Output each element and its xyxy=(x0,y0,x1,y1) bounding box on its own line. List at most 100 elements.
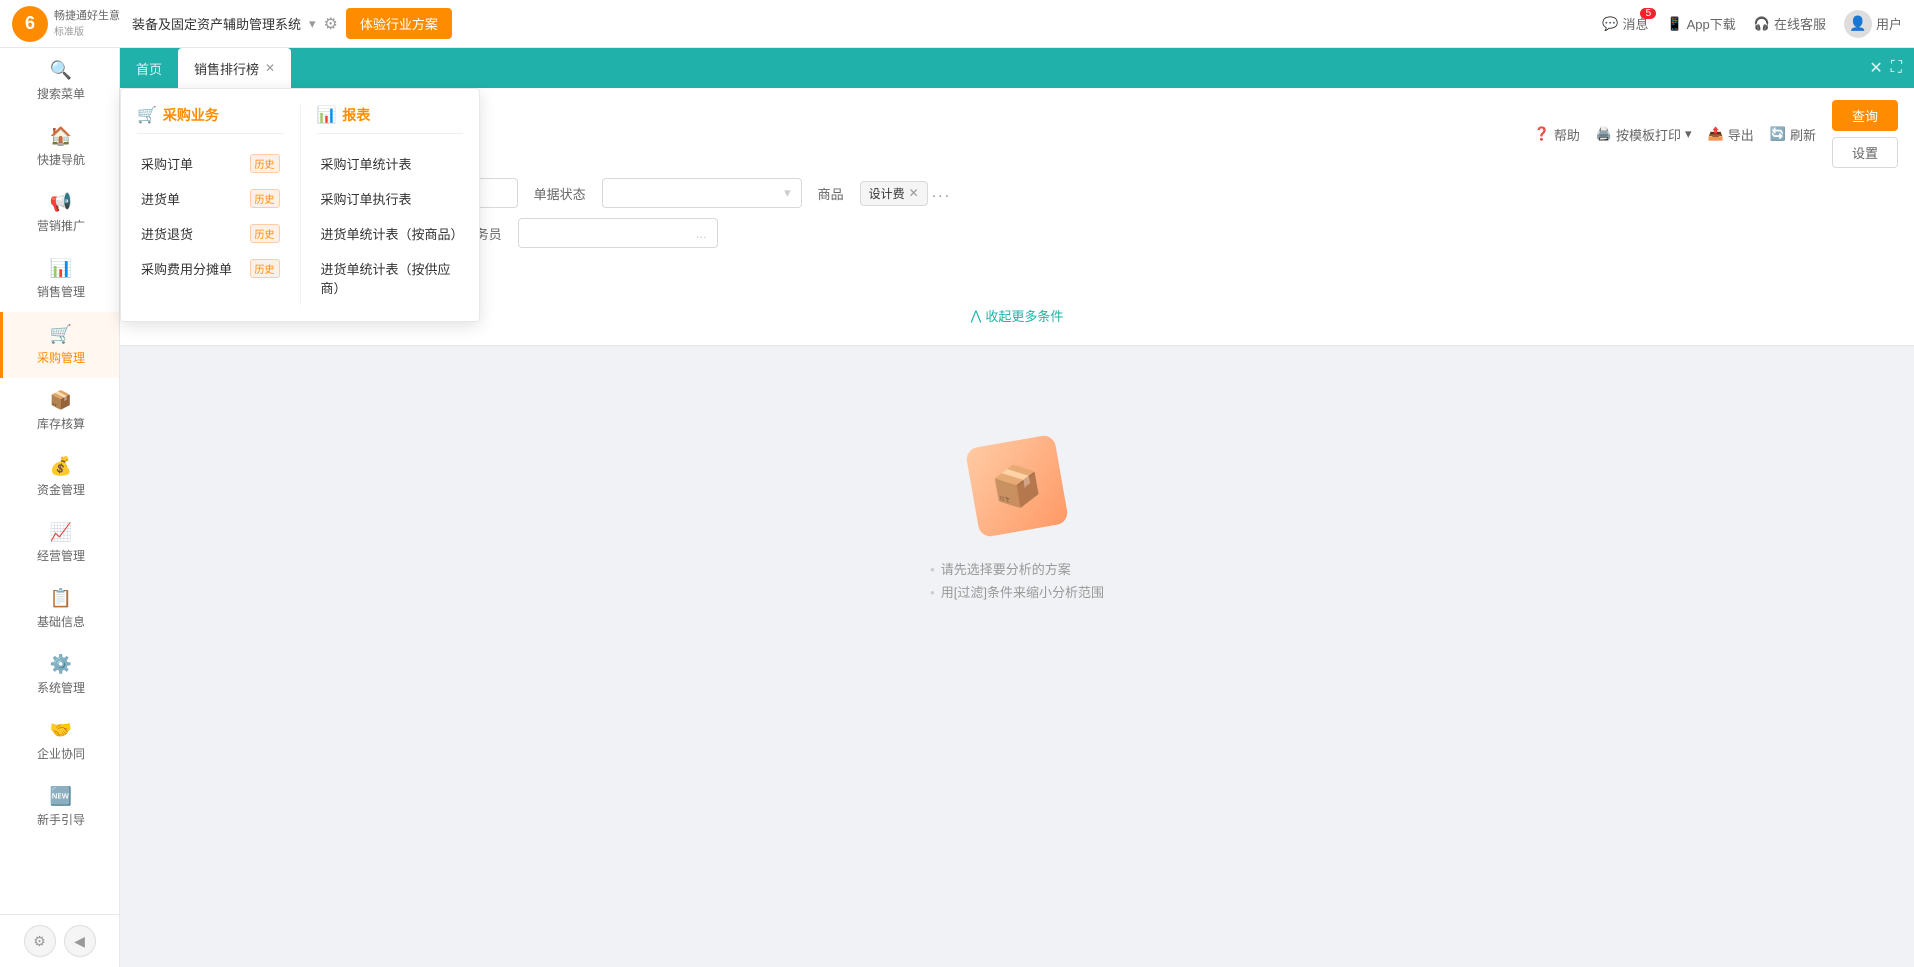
purchase-col-icon: 🛒 xyxy=(137,105,157,125)
search-icon: 🔍 xyxy=(50,60,72,81)
header-right: 💬 消息 5 📱 App下载 🎧 在线客服 👤 用户 xyxy=(1602,10,1902,38)
print-button[interactable]: 🖨️ 按模板打印 ▾ xyxy=(1596,125,1692,144)
trial-button[interactable]: 体验行业方案 xyxy=(346,8,452,39)
user-area[interactable]: 👤 用户 xyxy=(1844,10,1902,38)
sidebar-item-purchase[interactable]: 🛒 采购管理 xyxy=(0,312,119,378)
avatar: 👤 xyxy=(1844,10,1872,38)
dropdown-item-stock-return[interactable]: 进货退货 历史 xyxy=(137,216,284,251)
sidebar-item-finance[interactable]: 💰 资金管理 xyxy=(0,444,119,510)
top-header: 6 畅捷通好生意 标准版 装备及固定资产辅助管理系统 ▾ ⚙ 体验行业方案 💬 … xyxy=(0,0,1914,48)
stock-in-label: 进货单 xyxy=(141,189,180,208)
history-badge-0: 历史 xyxy=(250,154,280,173)
empty-hint-2: 用[过滤]条件来缩小分析范围 xyxy=(930,581,1104,604)
sidebar-item-label: 销售管理 xyxy=(37,283,85,300)
logo-badge: 标准版 xyxy=(54,23,120,38)
po-stat-label: 采购订单统计表 xyxy=(321,154,412,173)
query-button[interactable]: 查询 xyxy=(1832,100,1898,131)
goods-tag-close[interactable]: ✕ xyxy=(909,186,919,200)
sidebar-item-label: 基础信息 xyxy=(37,613,85,630)
online-service-button[interactable]: 🎧 在线客服 xyxy=(1754,14,1826,33)
app-download-button[interactable]: 📱 App下载 xyxy=(1666,14,1735,33)
refresh-button[interactable]: 🔄 刷新 xyxy=(1770,125,1816,144)
message-button[interactable]: 💬 消息 5 xyxy=(1602,14,1648,33)
purchase-dropdown-menu: 🛒 采购业务 采购订单 历史 进货单 历史 进货退货 历史 采购费用分摊单 历史 xyxy=(120,88,480,322)
system-dropdown-icon[interactable]: ▾ xyxy=(309,16,316,32)
doc-status-dropdown-icon[interactable]: ▾ xyxy=(784,185,791,201)
dropdown-item-goods-stat[interactable]: 进货单统计表（按商品） xyxy=(317,216,464,251)
salesperson-dots[interactable]: ... xyxy=(696,226,707,241)
inventory-icon: 📦 xyxy=(50,390,72,411)
export-button[interactable]: 📤 导出 xyxy=(1708,125,1754,144)
sidebar-bottom: ⚙ ◀ xyxy=(0,914,119,967)
doc-status-input[interactable]: ▾ xyxy=(602,178,802,208)
sidebar-item-marketing[interactable]: 📢 营销推广 xyxy=(0,180,119,246)
home-icon: 🏠 xyxy=(50,126,72,147)
sidebar-item-search[interactable]: 🔍 搜索菜单 xyxy=(0,48,119,114)
settings-button[interactable]: 设置 xyxy=(1832,137,1898,168)
sidebar-item-system[interactable]: ⚙️ 系统管理 xyxy=(0,642,119,708)
system-icon: ⚙️ xyxy=(50,654,72,675)
dropdown-col2-title: 📊 报表 xyxy=(317,105,464,134)
help-button[interactable]: ❓ 帮助 xyxy=(1534,125,1580,144)
tab-close-icon[interactable]: ✕ xyxy=(265,61,275,75)
dropdown-columns: 🛒 采购业务 采购订单 历史 进货单 历史 进货退货 历史 采购费用分摊单 历史 xyxy=(121,105,479,305)
dropdown-item-supplier-stat[interactable]: 进货单统计表（按供应商） xyxy=(317,251,464,305)
sidebar-item-operations[interactable]: 📈 经营管理 xyxy=(0,510,119,576)
print-dropdown-icon[interactable]: ▾ xyxy=(1685,126,1692,142)
tab-sales-rank-label: 销售排行榜 xyxy=(194,59,259,78)
sidebar-item-sales[interactable]: 📊 销售管理 xyxy=(0,246,119,312)
salesperson-input[interactable]: ... xyxy=(518,218,718,248)
history-badge-2: 历史 xyxy=(250,224,280,243)
message-icon: 💬 xyxy=(1602,16,1618,32)
report-col-icon: 📊 xyxy=(317,105,337,125)
goods-dots[interactable]: ... xyxy=(932,184,951,202)
dropdown-col-report: 📊 报表 采购订单统计表 采购订单执行表 进货单统计表（按商品） 进货单统计表（… xyxy=(300,105,480,305)
dropdown-item-po-stat[interactable]: 采购订单统计表 xyxy=(317,146,464,181)
doc-status-label: 单据状态 xyxy=(534,184,586,203)
phone-icon: 📱 xyxy=(1666,16,1682,32)
history-badge-1: 历史 xyxy=(250,189,280,208)
empty-state: 📦 请先选择要分析的方案 用[过滤]条件来缩小分析范围 xyxy=(120,346,1914,685)
help-icon: ❓ xyxy=(1534,126,1550,142)
goods-label: 商品 xyxy=(818,184,844,203)
sidebar-item-enterprise[interactable]: 🤝 企业协同 xyxy=(0,708,119,774)
settings-gear-icon[interactable]: ⚙ xyxy=(324,14,338,34)
tab-home[interactable]: 首页 xyxy=(120,48,178,88)
sidebar-item-label: 新手引导 xyxy=(37,811,85,828)
dropdown-item-purchase-order[interactable]: 采购订单 历史 xyxy=(137,146,284,181)
dropdown-col-purchase: 🛒 采购业务 采购订单 历史 进货单 历史 进货退货 历史 采购费用分摊单 历史 xyxy=(121,105,300,305)
empty-illustration: 📦 xyxy=(965,434,1069,538)
settings-button[interactable]: ⚙ xyxy=(24,925,56,957)
sidebar-item-nav[interactable]: 🏠 快捷导航 xyxy=(0,114,119,180)
basic-icon: 📋 xyxy=(50,588,72,609)
logo-area: 6 畅捷通好生意 标准版 xyxy=(12,6,132,42)
collapse-up-icon: ⋀ xyxy=(971,308,982,324)
sidebar-item-label: 营销推广 xyxy=(37,217,85,234)
export-label: 导出 xyxy=(1728,125,1754,144)
sidebar-item-inventory[interactable]: 📦 库存核算 xyxy=(0,378,119,444)
purchase-icon: 🛒 xyxy=(50,324,72,345)
close-window-icon[interactable]: ✕ xyxy=(1869,58,1882,78)
dropdown-col1-title: 🛒 采购业务 xyxy=(137,105,284,134)
stock-return-label: 进货退货 xyxy=(141,224,193,243)
supplier-stat-label: 进货单统计表（按供应商） xyxy=(321,259,460,297)
sidebar-item-label: 资金管理 xyxy=(37,481,85,498)
sidebar-item-label: 企业协同 xyxy=(37,745,85,762)
history-badge-3: 历史 xyxy=(250,259,280,278)
help-label: 帮助 xyxy=(1554,125,1580,144)
tab-expand-area: ✕ ⛶ xyxy=(1869,58,1914,78)
goods-tag: 设计费 ✕ xyxy=(860,181,928,206)
maximize-icon[interactable]: ⛶ xyxy=(1891,59,1902,77)
dropdown-item-po-exec[interactable]: 采购订单执行表 xyxy=(317,181,464,216)
enterprise-icon: 🤝 xyxy=(50,720,72,741)
dropdown-item-purchase-expense[interactable]: 采购费用分摊单 历史 xyxy=(137,251,284,286)
filter-action-buttons: 查询 设置 xyxy=(1832,100,1898,168)
purchase-expense-label: 采购费用分摊单 xyxy=(141,259,232,278)
collapse-label: 收起更多条件 xyxy=(985,306,1063,325)
sidebar-item-basic[interactable]: 📋 基础信息 xyxy=(0,576,119,642)
headset-icon: 🎧 xyxy=(1754,16,1770,32)
sidebar-item-guide[interactable]: 🆕 新手引导 xyxy=(0,774,119,840)
dropdown-item-stock-in[interactable]: 进货单 历史 xyxy=(137,181,284,216)
tab-sales-rank[interactable]: 销售排行榜 ✕ xyxy=(178,48,291,88)
collapse-sidebar-button[interactable]: ◀ xyxy=(64,925,96,957)
